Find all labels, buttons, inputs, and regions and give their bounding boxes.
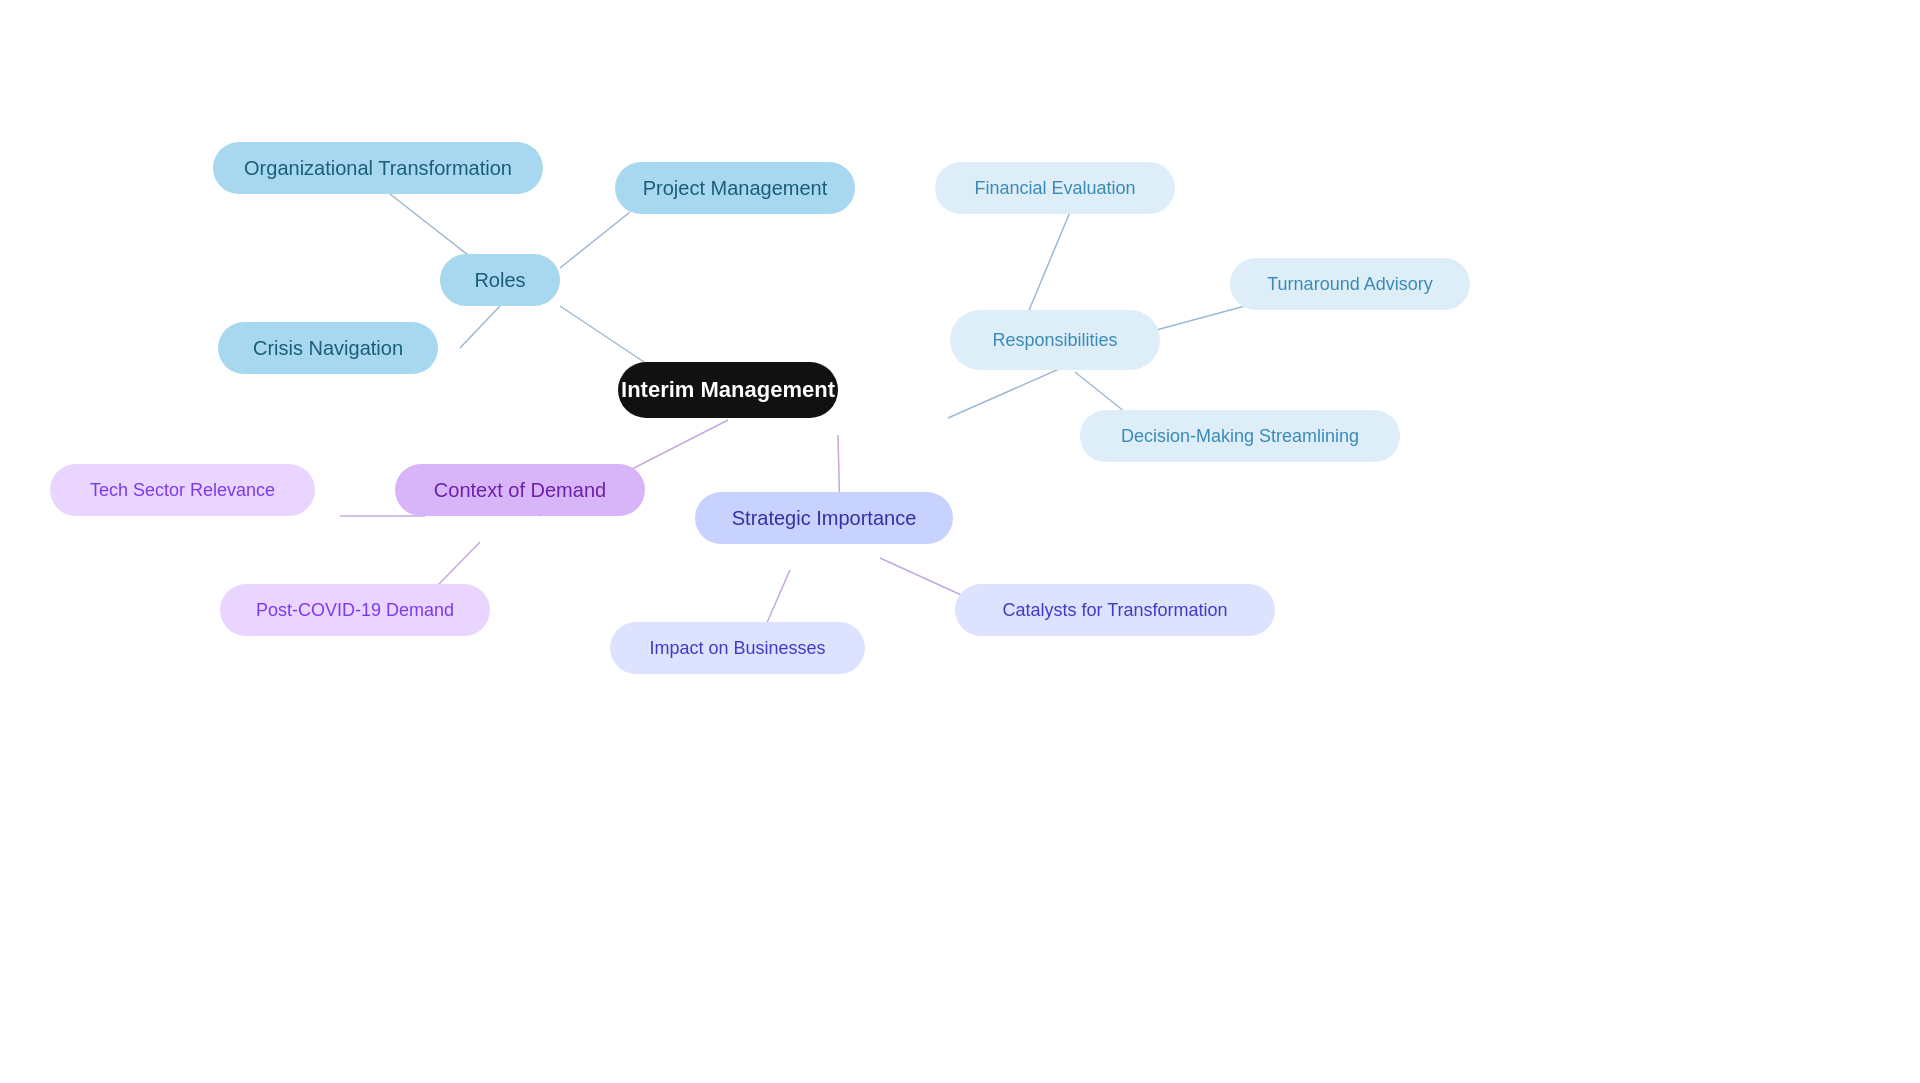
financial-evaluation-node: Financial Evaluation	[935, 162, 1175, 214]
impact-on-businesses-node: Impact on Businesses	[610, 622, 865, 674]
org-transformation-node: Organizational Transformation	[213, 142, 543, 194]
context-of-demand-node: Context of Demand	[395, 464, 645, 516]
roles-node: Roles	[440, 254, 560, 306]
project-management-node: Project Management	[615, 162, 855, 214]
strategic-importance-node: Strategic Importance	[695, 492, 953, 544]
catalysts-for-transformation-node: Catalysts for Transformation	[955, 584, 1275, 636]
center-node: Interim Management	[618, 362, 838, 418]
svg-line-6	[560, 212, 630, 268]
responsibilities-node: Responsibilities	[950, 310, 1160, 370]
mindmap-container: Interim Management Roles Organizational …	[0, 0, 1920, 1083]
crisis-navigation-node: Crisis Navigation	[218, 322, 438, 374]
svg-line-1	[948, 362, 1075, 418]
decision-making-node: Decision-Making Streamlining	[1080, 410, 1400, 462]
post-covid-node: Post-COVID-19 Demand	[220, 584, 490, 636]
turnaround-advisory-node: Turnaround Advisory	[1230, 258, 1470, 310]
tech-sector-relevance-node: Tech Sector Relevance	[50, 464, 315, 516]
svg-line-5	[460, 306, 500, 348]
